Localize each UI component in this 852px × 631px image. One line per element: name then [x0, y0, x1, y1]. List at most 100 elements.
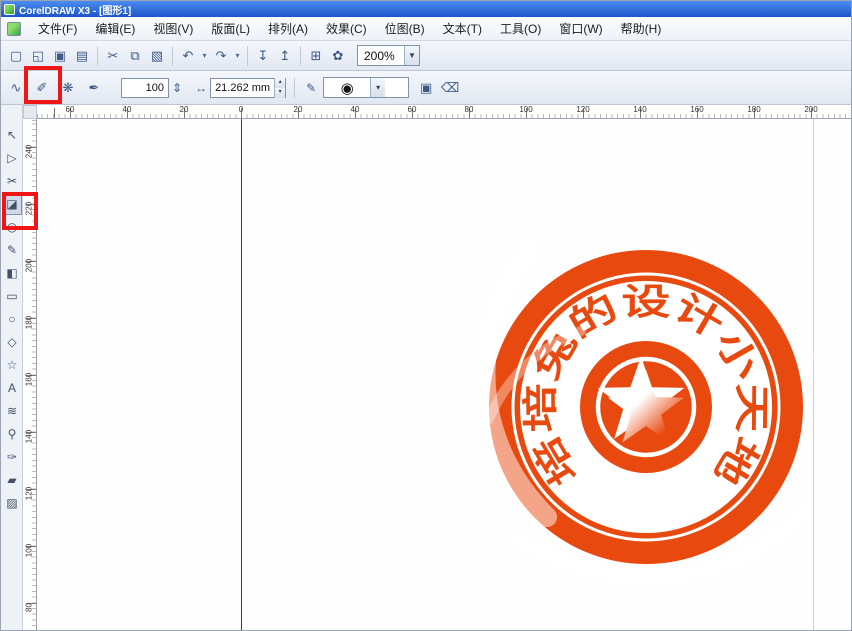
tool-icon: ○	[8, 312, 15, 326]
calligraphic-button[interactable]: ✒	[83, 77, 105, 99]
delete-stroke-button[interactable]: ⌫	[439, 77, 461, 99]
interactive-fill-tool[interactable]: ▨	[2, 491, 22, 514]
ellipse-tool[interactable]: ○	[2, 307, 22, 330]
tool-icon: ◇	[7, 335, 16, 349]
stroke-width-field[interactable]: 21.262 mm ▴ ▾	[210, 78, 286, 98]
paste-button[interactable]: ▧	[146, 45, 168, 67]
export-button[interactable]: ↥	[274, 45, 296, 67]
ruler-label: 100	[25, 543, 34, 559]
menu-effects[interactable]: 效果(C)	[317, 17, 376, 40]
undo-button[interactable]: ↶	[177, 45, 199, 67]
stroke-list-combobox[interactable]: ◉ ▾	[323, 77, 409, 98]
toolbar-button-icon: ✂	[108, 48, 119, 64]
menu-text[interactable]: 文本(T)	[434, 17, 491, 40]
stamp-inner-circle	[598, 359, 694, 455]
drawing-canvas[interactable]: 培培兔的设计小天地	[37, 119, 851, 630]
smart-fill-tool[interactable]: ◧	[2, 261, 22, 284]
title-bar[interactable]: CorelDRAW X3 - [图形1]	[1, 1, 852, 17]
ruler-label: 200	[25, 258, 34, 274]
toolbar-button-icon: ▣	[54, 48, 66, 64]
menu-file[interactable]: 文件(F)	[29, 17, 86, 40]
open-button[interactable]: ◱	[27, 45, 49, 67]
import-button[interactable]: ↧	[252, 45, 274, 67]
toolbar-button-icon: ▾	[235, 51, 239, 60]
polygon-tool[interactable]: ◇	[2, 330, 22, 353]
menu-window[interactable]: 窗口(W)	[550, 17, 611, 40]
save-stroke-button[interactable]: ▣	[415, 77, 437, 99]
stroke-width-icon: ↔	[195, 81, 207, 95]
tool-icon: ✎	[7, 243, 17, 257]
undo-dropdown[interactable]: ▾	[199, 45, 210, 67]
cut-button[interactable]: ✂	[102, 45, 124, 67]
stamp-outer-ring	[489, 250, 803, 564]
stroke-width-spinner[interactable]: ▴ ▾	[274, 78, 285, 98]
ruler-label: 60	[66, 105, 75, 114]
zoom-combobox[interactable]: 200% ▼	[357, 45, 420, 66]
freehand-tool[interactable]: ✎	[2, 238, 22, 261]
toolbar-button-icon: ▤	[76, 48, 88, 64]
toolbar-button-icon: ⧉	[130, 48, 139, 64]
basic-shapes-tool[interactable]: ☆	[2, 353, 22, 376]
ruler-label: 240	[25, 144, 34, 160]
stamp-text-band	[520, 281, 772, 533]
document-icon	[7, 22, 21, 36]
spin-down-icon[interactable]: ▾	[275, 88, 285, 98]
outline-tool[interactable]: ✑	[2, 445, 22, 468]
text-tool[interactable]: A	[2, 376, 22, 399]
interactive-blend-tool[interactable]: ≋	[2, 399, 22, 422]
new-button[interactable]: ▢	[5, 45, 27, 67]
spin-up-icon[interactable]: ▴	[275, 78, 285, 88]
horizontal-ruler[interactable]: 604020020406080100120140160180200	[37, 105, 851, 119]
stroke-category-icon[interactable]: ✎	[306, 81, 316, 95]
ruler-label: 120	[25, 486, 34, 502]
menu-help[interactable]: 帮助(H)	[612, 17, 671, 40]
stamp-star	[608, 370, 684, 442]
zoom-dropdown-icon[interactable]: ▼	[404, 46, 419, 65]
highlight-box-eraser-tool	[2, 192, 38, 230]
corel-online-button[interactable]: ✿	[327, 45, 349, 67]
menu-tools[interactable]: 工具(O)	[491, 17, 550, 40]
app-launcher-button[interactable]: ⊞	[305, 45, 327, 67]
brush-stroke-top-right	[597, 238, 807, 357]
pick-tool[interactable]: ↖	[2, 123, 22, 146]
menu-bitmaps[interactable]: 位图(B)	[376, 17, 434, 40]
toolbar-button-icon: ✿	[333, 48, 344, 64]
toolbox: ↖▷✂◪◎✎◧▭○◇☆A≋⚲✑▰▨	[1, 105, 23, 630]
tool-icon: ▨	[6, 496, 17, 510]
toolbar-button-icon: ◱	[32, 48, 44, 64]
brush-stroke-bottom	[515, 509, 805, 577]
save-button[interactable]: ▣	[49, 45, 71, 67]
print-button[interactable]: ▤	[71, 45, 93, 67]
menu-view[interactable]: 视图(V)	[144, 17, 202, 40]
menu-edit[interactable]: 编辑(E)	[86, 17, 144, 40]
media-type-icon: ❋	[63, 80, 74, 96]
fill-tool[interactable]: ▰	[2, 468, 22, 491]
tool-icon: ▷	[7, 151, 16, 165]
stamp-artwork: 培培兔的设计小天地	[37, 119, 851, 630]
smoothing-slider-icon[interactable]: ⇕	[172, 81, 182, 95]
smoothing-field[interactable]: 100	[121, 78, 169, 98]
menu-arrange[interactable]: 排列(A)	[259, 17, 317, 40]
ruler-label: 40	[123, 105, 132, 114]
crop-tool[interactable]: ✂	[2, 169, 22, 192]
ruler-label: 100	[519, 105, 532, 114]
stroke-action-icon: ▣	[420, 80, 432, 96]
eyedropper-tool[interactable]: ⚲	[2, 422, 22, 445]
stroke-list-dropdown-icon[interactable]: ▾	[370, 78, 385, 97]
tool-icon: ✂	[7, 174, 17, 188]
menu-layout[interactable]: 版面(L)	[202, 17, 259, 40]
shape-tool[interactable]: ▷	[2, 146, 22, 169]
stamp-ring-divider	[513, 274, 779, 540]
copy-button[interactable]: ⧉	[124, 45, 146, 67]
toolbar-button-icon: ↶	[183, 48, 194, 64]
redo-button[interactable]: ↷	[210, 45, 232, 67]
tool-icon: ☆	[7, 358, 18, 372]
window-title: CorelDRAW X3 - [图形1]	[19, 2, 131, 17]
toolbar-button-icon: ↷	[216, 48, 227, 64]
stroke-action-icon: ⌫	[441, 80, 459, 96]
rectangle-tool[interactable]: ▭	[2, 284, 22, 307]
redo-dropdown[interactable]: ▾	[232, 45, 243, 67]
zoom-value: 200%	[358, 49, 404, 63]
stroke-action-buttons: ▣⌫	[415, 77, 461, 99]
tool-icon: ↖	[7, 128, 17, 142]
